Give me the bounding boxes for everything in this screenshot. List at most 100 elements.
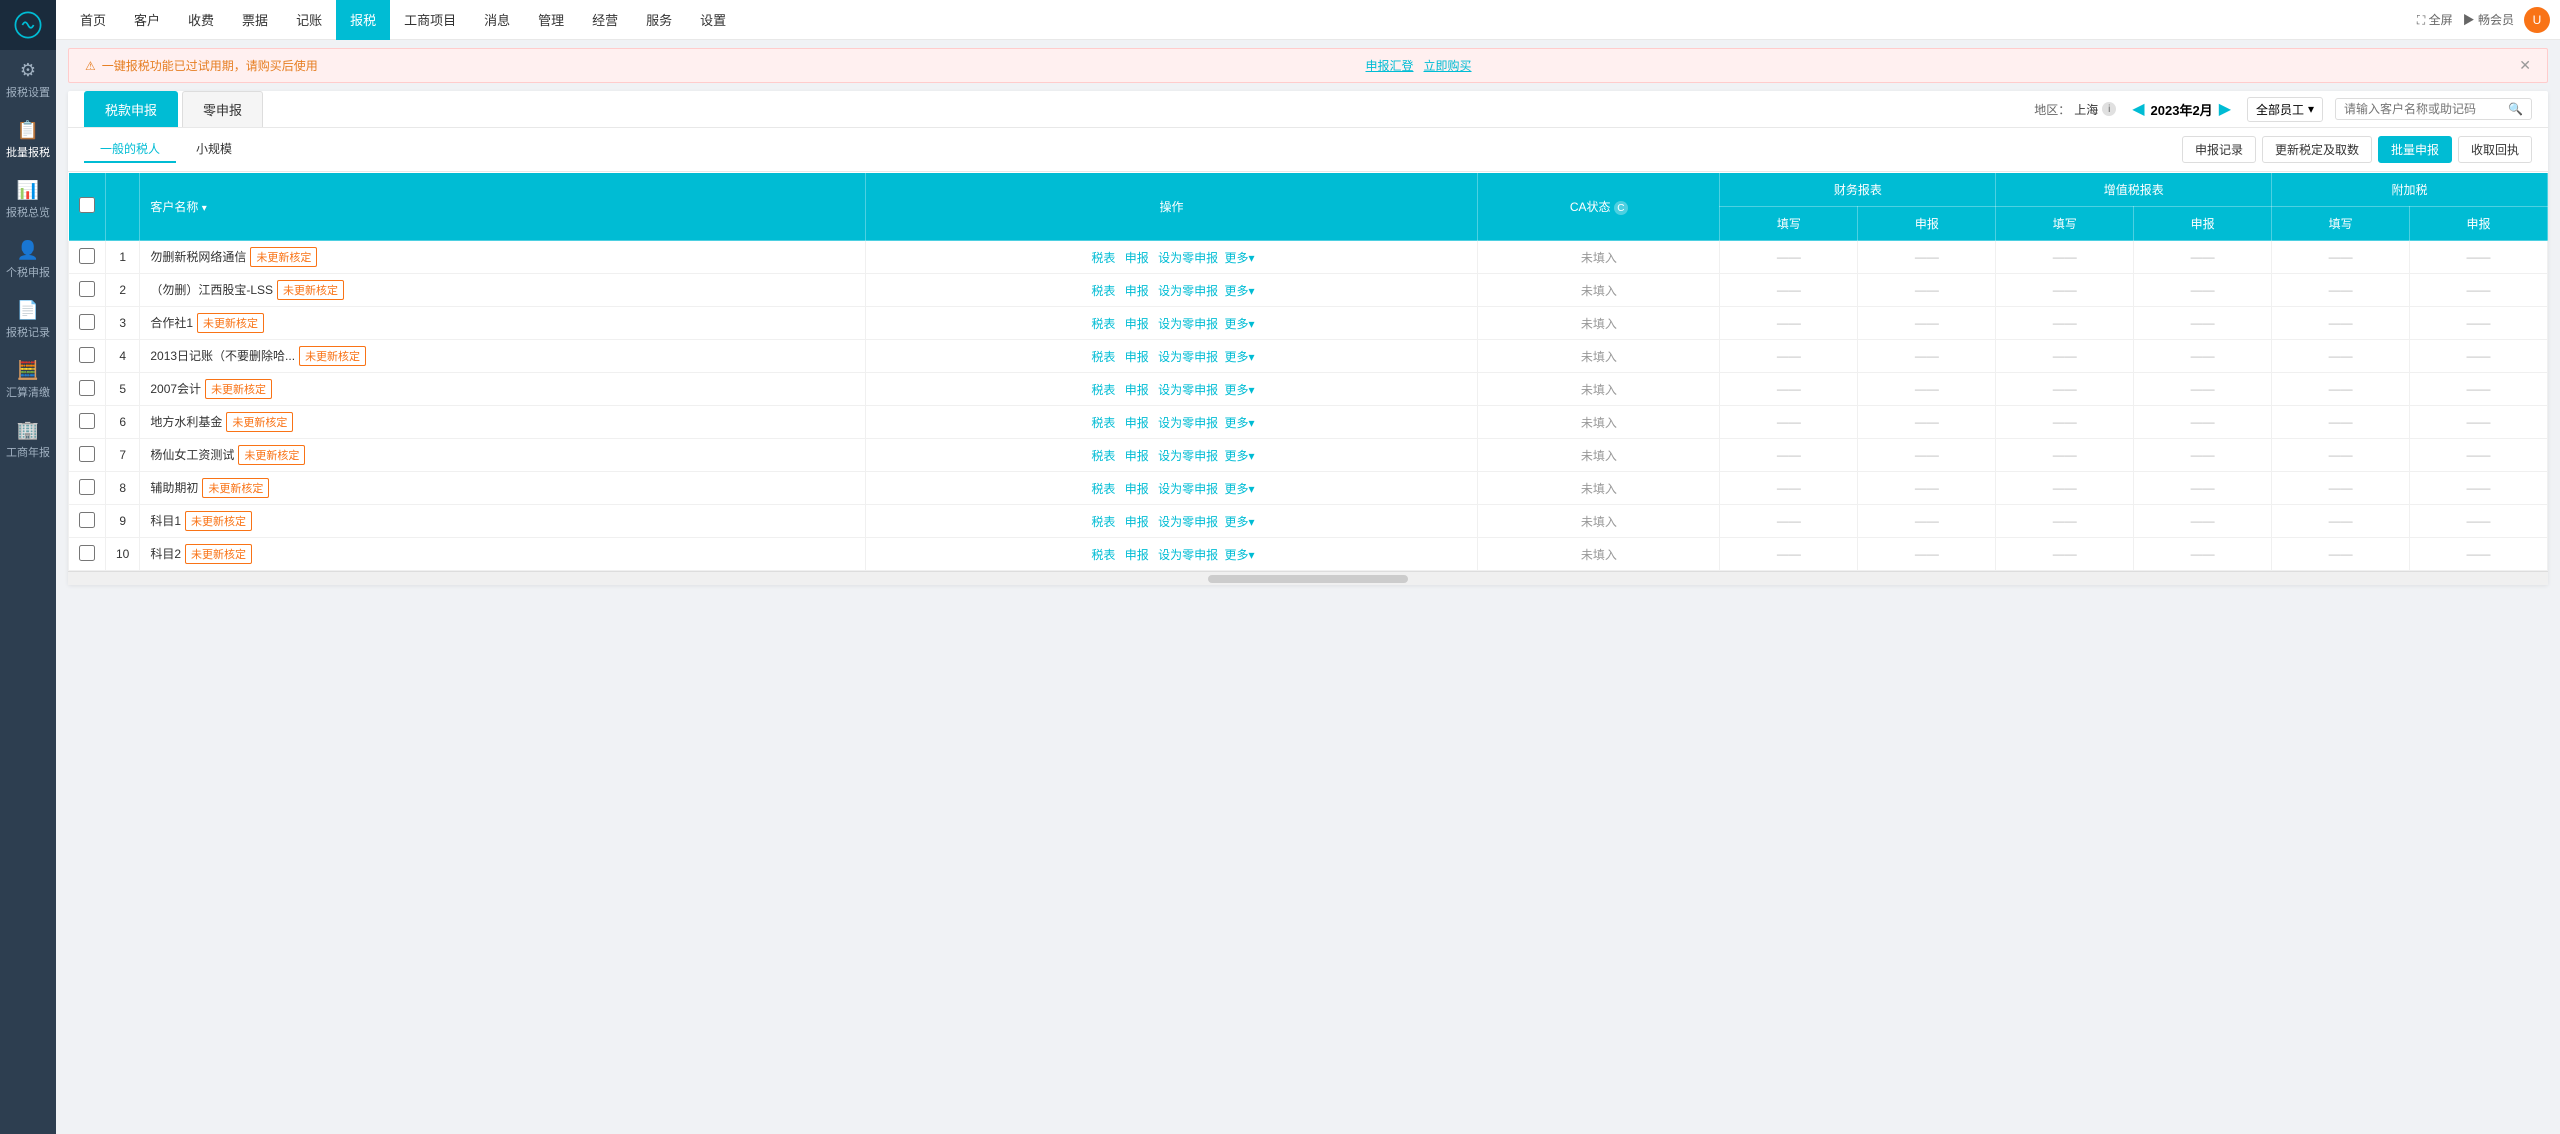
op-tax-form[interactable]: 税表 — [1091, 515, 1115, 529]
declare-records-btn[interactable]: 申报记录 — [2182, 136, 2256, 163]
tab-zero-declaration[interactable]: 零申报 — [182, 91, 263, 127]
fullscreen-btn[interactable]: ⛶ 全屏 — [2417, 11, 2453, 28]
tax-records-icon: 📄 — [17, 300, 39, 321]
op-set-zero[interactable]: 设为零申报 — [1158, 548, 1218, 562]
update-tax-btn[interactable]: 更新税定及取数 — [2262, 136, 2372, 163]
op-set-zero[interactable]: 设为零申报 — [1158, 317, 1218, 331]
nav-client[interactable]: 客户 — [120, 0, 174, 40]
search-icon[interactable]: 🔍 — [2508, 102, 2523, 116]
op-tax-form[interactable]: 税表 — [1091, 416, 1115, 430]
op-more[interactable]: 更多▾ — [1224, 548, 1254, 562]
subtab-general-taxpayer[interactable]: 一般的税人 — [84, 136, 176, 163]
op-more[interactable]: 更多▾ — [1224, 449, 1254, 463]
nav-service[interactable]: 服务 — [632, 0, 686, 40]
nav-home[interactable]: 首页 — [66, 0, 120, 40]
op-more[interactable]: 更多▾ — [1224, 350, 1254, 364]
search-input[interactable] — [2344, 102, 2504, 116]
op-declare[interactable]: 申报 — [1125, 251, 1149, 265]
op-more[interactable]: 更多▾ — [1224, 515, 1254, 529]
op-set-zero[interactable]: 设为零申报 — [1158, 383, 1218, 397]
sidebar-item-business-annual[interactable]: 🏢 工商年报 — [0, 410, 56, 470]
op-tax-form[interactable]: 税表 — [1091, 350, 1115, 364]
ca-status-info-icon[interactable]: C — [1614, 201, 1628, 215]
op-declare[interactable]: 申报 — [1125, 284, 1149, 298]
op-more[interactable]: 更多▾ — [1224, 317, 1254, 331]
horizontal-scrollbar[interactable] — [68, 571, 2548, 585]
row-checkbox[interactable] — [69, 274, 106, 307]
sidebar-item-batch-tax[interactable]: 📋 批量报税 — [0, 110, 56, 170]
op-set-zero[interactable]: 设为零申报 — [1158, 350, 1218, 364]
select-all-checkbox[interactable] — [79, 197, 95, 213]
nav-tax[interactable]: 报税 — [336, 0, 390, 40]
op-tax-form[interactable]: 税表 — [1091, 548, 1115, 562]
op-declare[interactable]: 申报 — [1125, 416, 1149, 430]
op-tax-form[interactable]: 税表 — [1091, 482, 1115, 496]
nav-operation[interactable]: 经营 — [578, 0, 632, 40]
buy-now-link[interactable]: 立即购买 — [1424, 57, 1472, 74]
next-month-btn[interactable]: ▶ — [2219, 99, 2231, 119]
tab-tax-declaration[interactable]: 税款申报 — [84, 91, 178, 127]
nav-billing[interactable]: 收费 — [174, 0, 228, 40]
row-vat-fill: —— — [1996, 274, 2134, 307]
op-declare[interactable]: 申报 — [1125, 350, 1149, 364]
row-checkbox[interactable] — [69, 472, 106, 505]
row-checkbox[interactable] — [69, 538, 106, 571]
row-checkbox[interactable] — [69, 307, 106, 340]
op-declare[interactable]: 申报 — [1125, 548, 1149, 562]
op-set-zero[interactable]: 设为零申报 — [1158, 284, 1218, 298]
row-vat-report: —— — [2134, 241, 2272, 274]
op-more[interactable]: 更多▾ — [1224, 284, 1254, 298]
row-checkbox[interactable] — [69, 373, 106, 406]
op-tax-form[interactable]: 税表 — [1091, 449, 1115, 463]
dept-select[interactable]: 全部员工 ▾ — [2247, 97, 2323, 122]
subtab-small-scale[interactable]: 小规模 — [180, 136, 248, 163]
op-more[interactable]: 更多▾ — [1224, 482, 1254, 496]
op-more[interactable]: 更多▾ — [1224, 416, 1254, 430]
row-checkbox[interactable] — [69, 439, 106, 472]
op-more[interactable]: 更多▾ — [1224, 251, 1254, 265]
op-set-zero[interactable]: 设为零申报 — [1158, 482, 1218, 496]
collect-receipt-btn[interactable]: 收取回执 — [2458, 136, 2532, 163]
op-tax-form[interactable]: 税表 — [1091, 251, 1115, 265]
op-more[interactable]: 更多▾ — [1224, 383, 1254, 397]
op-tax-form[interactable]: 税表 — [1091, 317, 1115, 331]
op-set-zero[interactable]: 设为零申报 — [1158, 449, 1218, 463]
nav-bookkeeping[interactable]: 记账 — [282, 0, 336, 40]
nav-business[interactable]: 工商项目 — [390, 0, 470, 40]
user-avatar[interactable]: U — [2524, 7, 2550, 33]
op-declare[interactable]: 申报 — [1125, 383, 1149, 397]
sidebar-item-tax-settings[interactable]: ⚙ 报税设置 — [0, 50, 56, 110]
row-checkbox[interactable] — [69, 406, 106, 439]
row-ca-status: 未填入 — [1478, 274, 1720, 307]
op-declare[interactable]: 申报 — [1125, 449, 1149, 463]
row-checkbox[interactable] — [69, 241, 106, 274]
op-tax-form[interactable]: 税表 — [1091, 383, 1115, 397]
member-btn[interactable]: ▶ 畅会员 — [2463, 11, 2514, 28]
banner-message: ⚠ 一键报税功能已过试用期，请购买后使用 — [85, 57, 318, 74]
sidebar-item-personal-tax[interactable]: 👤 个税申报 — [0, 230, 56, 290]
sidebar-item-label: 报税设置 — [6, 84, 50, 100]
nav-invoice[interactable]: 票据 — [228, 0, 282, 40]
op-set-zero[interactable]: 设为零申报 — [1158, 251, 1218, 265]
op-set-zero[interactable]: 设为零申报 — [1158, 515, 1218, 529]
sidebar-item-tax-records[interactable]: 📄 报税记录 — [0, 290, 56, 350]
op-declare[interactable]: 申报 — [1125, 482, 1149, 496]
sidebar-item-tax-overview[interactable]: 📊 报税总览 — [0, 170, 56, 230]
op-declare[interactable]: 申报 — [1125, 515, 1149, 529]
region-info-icon[interactable]: i — [2102, 102, 2116, 116]
scroll-thumb[interactable] — [1208, 575, 1408, 583]
nav-manage[interactable]: 管理 — [524, 0, 578, 40]
batch-declare-btn[interactable]: 批量申报 — [2378, 136, 2452, 163]
op-set-zero[interactable]: 设为零申报 — [1158, 416, 1218, 430]
nav-message[interactable]: 消息 — [470, 0, 524, 40]
nav-settings[interactable]: 设置 — [686, 0, 740, 40]
sidebar-item-calc-clear[interactable]: 🧮 汇算清缴 — [0, 350, 56, 410]
row-checkbox[interactable] — [69, 340, 106, 373]
prev-month-btn[interactable]: ◀ — [2132, 99, 2144, 119]
banner-close-btn[interactable]: ✕ — [2519, 57, 2531, 74]
op-declare[interactable]: 申报 — [1125, 317, 1149, 331]
op-tax-form[interactable]: 税表 — [1091, 284, 1115, 298]
row-fin-fill: —— — [1720, 439, 1858, 472]
row-checkbox[interactable] — [69, 505, 106, 538]
report-register-link[interactable]: 申报汇登 — [1366, 57, 1414, 74]
